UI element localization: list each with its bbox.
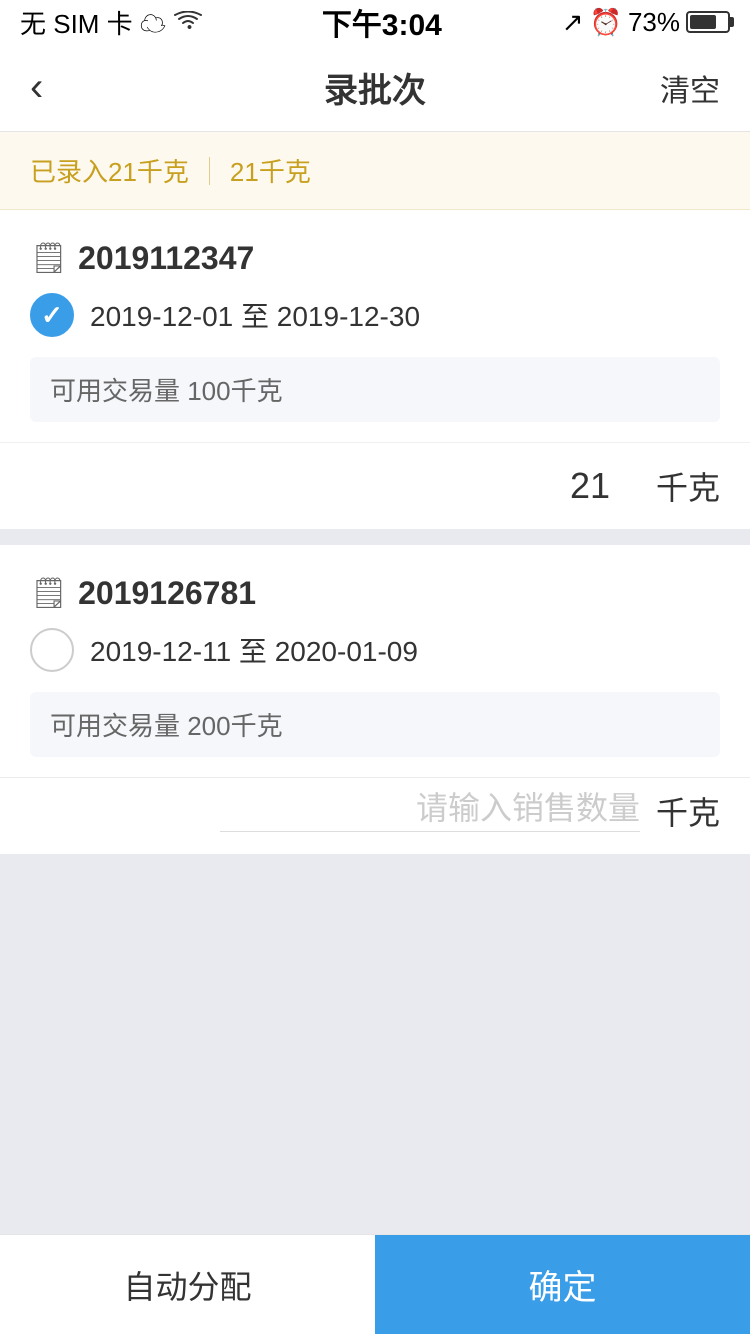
batch-date-1: 2019-12-01 至 2019-12-30: [90, 295, 420, 335]
avail-box-2: 可用交易量 200千克: [30, 692, 720, 757]
batch-doc-icon-2: 🗒: [30, 576, 68, 611]
bottom-action-bar: 自动分配 确定: [0, 1234, 750, 1334]
confirm-button[interactable]: 确定: [375, 1235, 750, 1334]
check-icon-1: ✓: [41, 300, 63, 331]
batch-id-2: 2019126781: [78, 575, 256, 612]
auto-distribute-button[interactable]: 自动分配: [0, 1235, 375, 1334]
qty-input-2[interactable]: [220, 790, 640, 832]
no-sim-label: 无 SIM 卡 ☁: [20, 4, 166, 41]
batch-date-row-1[interactable]: ✓ 2019-12-01 至 2019-12-30: [30, 293, 720, 337]
status-bar: 无 SIM 卡 ☁ 下午3:04 ↗ ⏰ 73%: [0, 0, 750, 44]
clear-button[interactable]: 清空: [660, 66, 720, 110]
status-time: 下午3:04: [322, 0, 442, 44]
status-left: 无 SIM 卡 ☁: [20, 4, 202, 41]
batch-radio-2[interactable]: [30, 628, 74, 672]
qty-row-1: 21 千克: [0, 442, 750, 529]
battery-icon: [686, 11, 730, 33]
page-title: 录批次: [324, 63, 426, 112]
batch-id-1: 2019112347: [78, 240, 254, 277]
batch-date-2: 2019-12-11 至 2020-01-09: [90, 630, 418, 670]
summary-banner: 已录入21千克 21千克: [0, 132, 750, 210]
wifi-icon: [174, 7, 202, 38]
batch-doc-icon-1: 🗒: [30, 241, 68, 276]
batch-card-2: 🗒 2019126781 2019-12-11 至 2020-01-09 可用交…: [0, 545, 750, 854]
back-button[interactable]: ‹: [30, 65, 90, 110]
qty-unit-2: 千克: [656, 788, 720, 834]
section-divider: [0, 529, 750, 545]
qty-value-1: 21: [570, 465, 610, 507]
status-right: ↗ ⏰ 73%: [562, 7, 730, 38]
battery-percent: 73%: [628, 7, 680, 38]
summary-divider: [209, 157, 210, 185]
location-icon: ↗: [562, 7, 584, 38]
summary-recorded: 已录入21千克: [30, 152, 189, 189]
nav-bar: ‹ 录批次 清空: [0, 44, 750, 132]
avail-box-1: 可用交易量 100千克: [30, 357, 720, 422]
batch-id-row-1: 🗒 2019112347: [30, 240, 720, 277]
batch-id-row-2: 🗒 2019126781: [30, 575, 720, 612]
qty-input-wrapper-2: 千克: [0, 777, 750, 854]
batch-radio-1[interactable]: ✓: [30, 293, 74, 337]
clock-icon: ⏰: [590, 7, 622, 38]
summary-amount: 21千克: [230, 152, 311, 189]
batch-date-row-2[interactable]: 2019-12-11 至 2020-01-09: [30, 628, 720, 672]
batch-card-1: 🗒 2019112347 ✓ 2019-12-01 至 2019-12-30 可…: [0, 210, 750, 529]
blank-area: [0, 854, 750, 1274]
qty-unit-1: 千克: [656, 463, 720, 509]
